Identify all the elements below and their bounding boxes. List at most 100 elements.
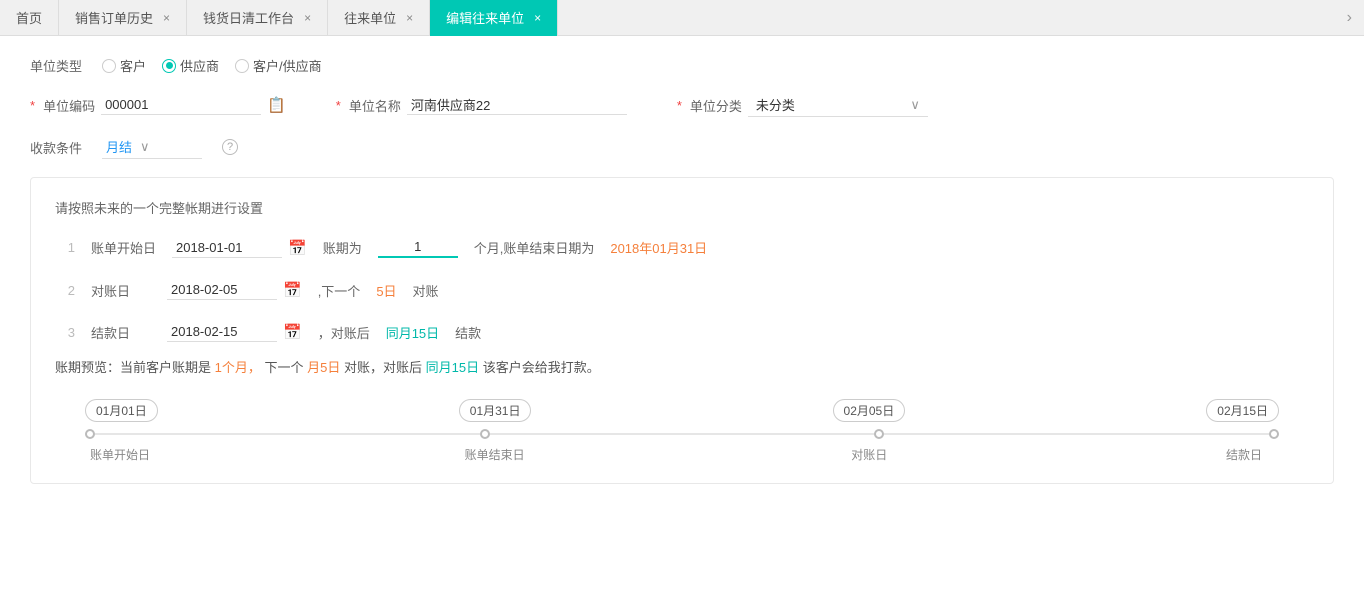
radio-customer-label: 客户 xyxy=(120,56,146,75)
step-3-row: 3 结款日 📅 ，对账后 同月15日 结款 xyxy=(55,322,1309,342)
step-1-row: 1 账单开始日 📅 账期为 个月,账单结束日期为 2018年01月31日 xyxy=(55,237,1309,258)
timeline-sublabel-col-3: 结款日 xyxy=(1209,446,1279,463)
step-1-date-input[interactable] xyxy=(172,238,282,258)
timeline-sublabel-col-0: 账单开始日 xyxy=(85,446,155,463)
radio-both[interactable]: 客户/供应商 xyxy=(235,56,322,75)
preview-part2h: 月5日 xyxy=(307,360,340,375)
unit-category-select[interactable]: 未分类 ∨ xyxy=(748,93,928,117)
tl-dot-3 xyxy=(1269,429,1279,439)
timeline-node-1: 01月31日 xyxy=(459,399,532,422)
step-1-label: 账单开始日 xyxy=(91,238,156,257)
timeline-node-2: 02月05日 xyxy=(833,399,906,422)
unit-code-star: * xyxy=(30,98,35,113)
tl-dot-0 xyxy=(85,429,95,439)
settings-panel: 请按照未来的一个完整帐期进行设置 1 账单开始日 📅 账期为 个月,账单结束日期… xyxy=(30,177,1334,484)
step-1-num: 1 xyxy=(55,240,75,255)
tab-edit-counterpart-close[interactable]: × xyxy=(534,11,541,25)
tab-bar: 首页 销售订单历史 × 钱货日清工作台 × 往来单位 × 编辑往来单位 × › xyxy=(0,0,1364,36)
preview-section: 账期预览：当前客户账期是 1个月， 下一个 月5日 对账，对账后 同月15日 该… xyxy=(55,342,1309,463)
payment-terms-select[interactable]: 月结 ∨ xyxy=(102,135,202,159)
step-3-suffix-after: 结款 xyxy=(455,323,481,342)
unit-name-star: * xyxy=(336,98,341,113)
tab-edit-counterpart[interactable]: 编辑往来单位 × xyxy=(430,0,558,36)
unit-category-value: 未分类 xyxy=(756,95,902,114)
unit-category-label: 单位分类 xyxy=(690,96,742,115)
tab-counterparts-close[interactable]: × xyxy=(406,11,413,25)
main-content: 单位类型 客户 供应商 客户/供应商 * 单位编码 📋 * xyxy=(0,36,1364,608)
tab-cash-work-close[interactable]: × xyxy=(304,11,311,25)
step-3-label: 结款日 xyxy=(91,323,151,342)
tab-sales-history-close[interactable]: × xyxy=(163,11,170,25)
preview-label: 账期预览：当前客户账期是 xyxy=(55,360,211,375)
step-3-cal-icon[interactable]: 📅 xyxy=(283,323,302,341)
step-2-suffix-highlight: 5日 xyxy=(376,281,396,300)
step-2-suffix-before: ,下一个 xyxy=(318,281,361,300)
timeline-node-0: 01月01日 xyxy=(85,399,158,422)
radio-customer[interactable]: 客户 xyxy=(102,56,146,75)
unit-code-input[interactable] xyxy=(101,95,261,115)
step-3-suffix-before: ，对账后 xyxy=(318,323,370,342)
timeline-top-labels: 01月01日 01月31日 02月05日 02月15日 xyxy=(85,399,1279,422)
step-1-date-field: 📅 xyxy=(172,238,307,258)
step-2-suffix-after: 对账 xyxy=(413,281,439,300)
radio-supplier-label: 供应商 xyxy=(180,56,219,75)
unit-code-icon[interactable]: 📋 xyxy=(267,96,286,114)
timeline-sublabel-2: 对账日 xyxy=(834,446,904,463)
tab-sales-history[interactable]: 销售订单历史 × xyxy=(59,0,187,36)
payment-terms-chevron: ∨ xyxy=(140,139,150,155)
timeline-label-0: 01月01日 xyxy=(85,399,158,422)
tab-sales-history-label: 销售订单历史 xyxy=(75,8,153,27)
unit-type-label: 单位类型 xyxy=(30,56,82,75)
preview-part3: 对账，对账后 xyxy=(344,360,422,375)
payment-terms-value: 月结 xyxy=(106,137,132,156)
step-1-cal-icon[interactable]: 📅 xyxy=(288,239,307,257)
payment-terms-row: 收款条件 月结 ∨ ? xyxy=(30,135,1334,159)
radio-customer-circle xyxy=(102,59,116,73)
tab-edit-counterpart-label: 编辑往来单位 xyxy=(446,8,524,27)
unit-info-row: * 单位编码 📋 * 单位名称 * 单位分类 未分类 ∨ xyxy=(30,93,1334,117)
timeline-label-2: 02月05日 xyxy=(833,399,906,422)
step-3-date-input[interactable] xyxy=(167,322,277,342)
step-1-period-label: 账期为 xyxy=(323,238,362,257)
step-3-num: 3 xyxy=(55,325,75,340)
step-1-end-date: 2018年01月31日 xyxy=(610,238,707,257)
step-1-period-unit: 个月,账单结束日期为 xyxy=(474,238,595,257)
unit-type-row: 单位类型 客户 供应商 客户/供应商 xyxy=(30,56,1334,75)
radio-supplier[interactable]: 供应商 xyxy=(162,56,219,75)
radio-both-circle xyxy=(235,59,249,73)
step-2-date-input[interactable] xyxy=(167,280,277,300)
unit-code-field: * 单位编码 📋 xyxy=(30,95,286,115)
timeline-label-1: 01月31日 xyxy=(459,399,532,422)
unit-code-label: 单位编码 xyxy=(43,96,95,115)
unit-category-chevron: ∨ xyxy=(910,97,920,113)
radio-supplier-circle xyxy=(162,59,176,73)
payment-terms-label: 收款条件 xyxy=(30,138,82,157)
timeline-sublabel-0: 账单开始日 xyxy=(85,446,155,463)
unit-category-star: * xyxy=(677,98,682,113)
preview-part5: 该客户会给我打款。 xyxy=(483,360,600,375)
timeline-sublabel-col-1: 账单结束日 xyxy=(460,446,530,463)
unit-type-radio-group: 客户 供应商 客户/供应商 xyxy=(102,56,322,75)
step-2-cal-icon[interactable]: 📅 xyxy=(283,281,302,299)
step-2-label: 对账日 xyxy=(91,281,151,300)
tab-cash-work[interactable]: 钱货日清工作台 × xyxy=(187,0,328,36)
step-2-date-field: 📅 xyxy=(167,280,302,300)
tab-cash-work-label: 钱货日清工作台 xyxy=(203,8,294,27)
timeline-sublabel-col-2: 对账日 xyxy=(834,446,904,463)
unit-name-field: * 单位名称 xyxy=(336,95,627,115)
timeline-line-row xyxy=(85,426,1279,442)
tab-counterparts[interactable]: 往来单位 × xyxy=(328,0,430,36)
timeline-container: 01月01日 01月31日 02月05日 02月15日 xyxy=(55,399,1309,463)
radio-both-label: 客户/供应商 xyxy=(253,56,322,75)
step-2-num: 2 xyxy=(55,283,75,298)
tab-expand-button[interactable]: › xyxy=(1335,9,1364,27)
payment-terms-help-icon[interactable]: ? xyxy=(222,139,238,155)
tab-home[interactable]: 首页 xyxy=(0,0,59,36)
preview-part1: 1个月， xyxy=(215,360,261,375)
timeline-sublabel-3: 结款日 xyxy=(1209,446,1279,463)
timeline-dots xyxy=(85,429,1279,439)
timeline-node-3: 02月15日 xyxy=(1206,399,1279,422)
step-1-period-input[interactable] xyxy=(378,237,458,258)
unit-name-input[interactable] xyxy=(407,95,627,115)
tab-counterparts-label: 往来单位 xyxy=(344,8,396,27)
